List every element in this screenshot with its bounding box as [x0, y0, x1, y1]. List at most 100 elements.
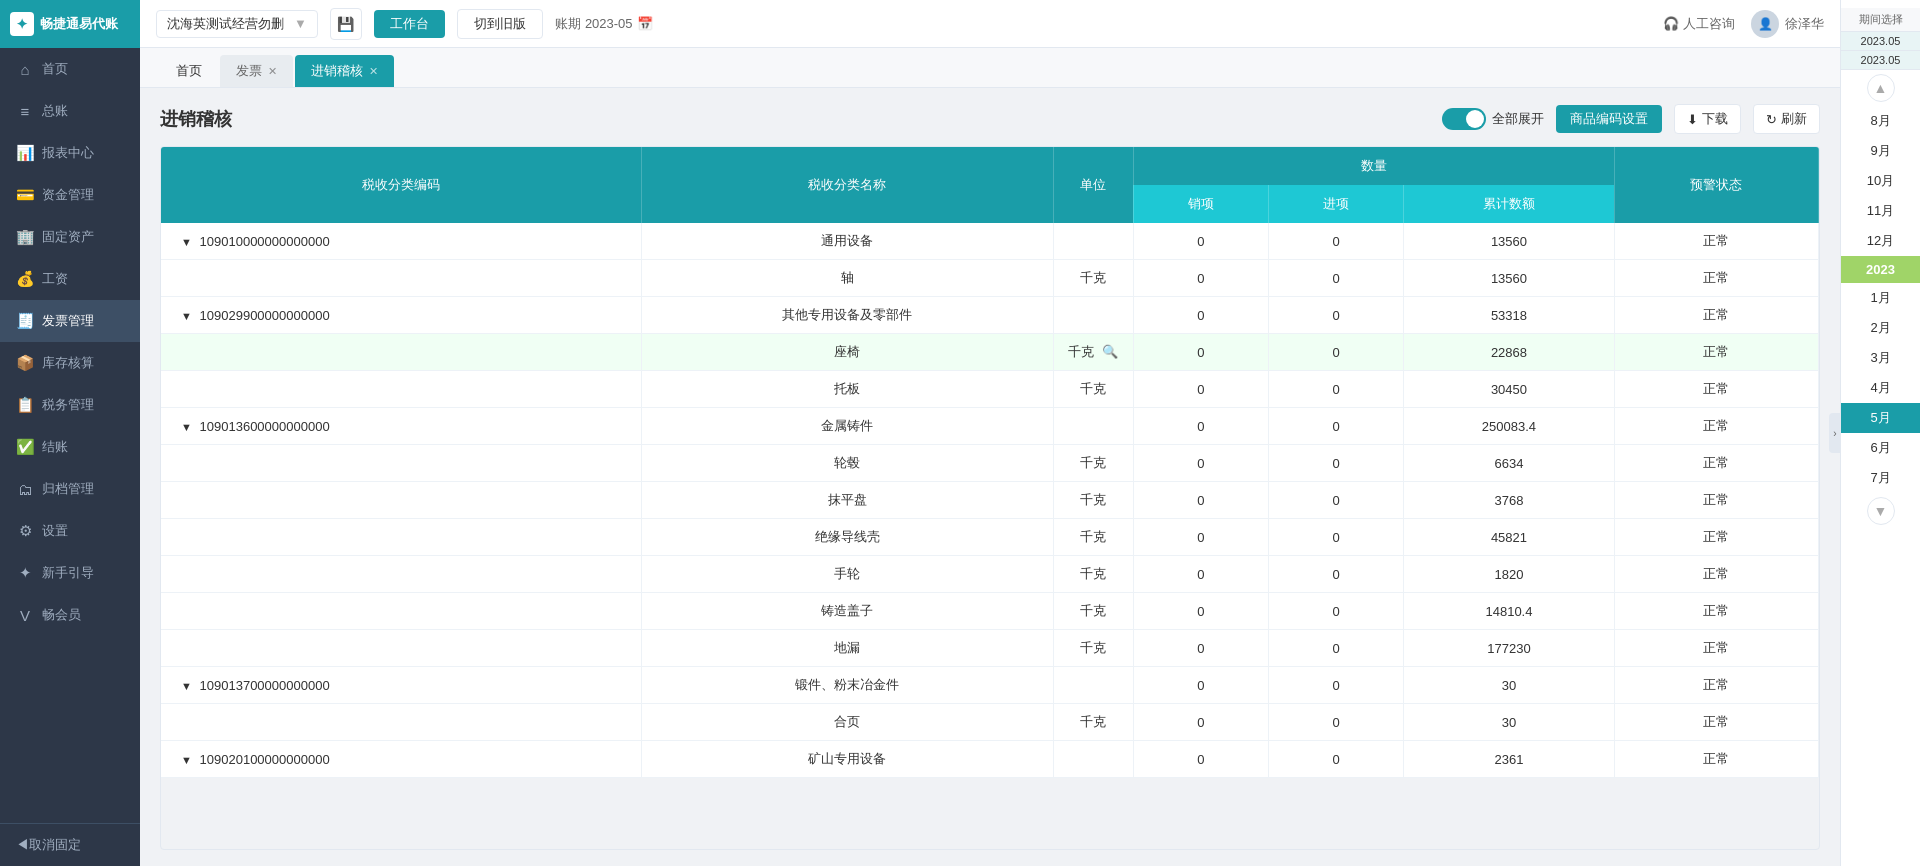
calendar-icon[interactable]: 📅 — [637, 16, 653, 31]
row-unit — [1053, 408, 1133, 445]
row-unit: 千克 🔍 — [1053, 334, 1133, 371]
table-container: 税收分类编码 税收分类名称 单位 数量 预警状态 销项 进项 累计数额 — [160, 146, 1820, 850]
company-selector[interactable]: 沈海英测试经营勿删 ▼ — [156, 10, 318, 38]
tabbar: 首页 发票 ✕ 进销稽核 ✕ — [140, 48, 1840, 88]
row-purchase: 0 — [1268, 704, 1403, 741]
row-sales: 0 — [1133, 741, 1268, 778]
row-sales: 0 — [1133, 260, 1268, 297]
sidebar-label-archive: 归档管理 — [42, 480, 94, 498]
period-header: 期间选择 — [1841, 8, 1920, 32]
table-row: 合页 千克 0 0 30 正常 — [161, 704, 1819, 741]
row-status: 正常 — [1614, 297, 1818, 334]
month-list: 8月 9月 10月 11月 12月 2023 1月 2月 3月 4月 5月 6月… — [1841, 106, 1920, 493]
archive-icon: 🗂 — [16, 481, 34, 498]
tab-invoice[interactable]: 发票 ✕ — [220, 55, 293, 87]
expand-icon[interactable]: ▼ — [181, 310, 192, 322]
expand-icon[interactable]: ▼ — [181, 680, 192, 692]
sidebar-item-member[interactable]: V 畅会员 — [0, 594, 140, 636]
row-name: 抹平盘 — [642, 482, 1053, 519]
old-version-button[interactable]: 切到旧版 — [457, 9, 543, 39]
row-status: 正常 — [1614, 741, 1818, 778]
month-item-6[interactable]: 6月 — [1841, 433, 1920, 463]
row-code — [161, 334, 642, 371]
row-code — [161, 371, 642, 408]
row-code: ▼ 109013700000000000 — [161, 667, 642, 704]
sidebar-label-salary: 工资 — [42, 270, 68, 288]
scroll-up-button[interactable]: ▲ — [1867, 74, 1895, 102]
customer-service-button[interactable]: 🎧 人工咨询 — [1663, 15, 1735, 33]
product-code-button[interactable]: 商品编码设置 — [1556, 105, 1662, 133]
sidebar-item-assets[interactable]: 🏢 固定资产 — [0, 216, 140, 258]
tab-invoice-close[interactable]: ✕ — [268, 65, 277, 78]
sidebar-item-archive[interactable]: 🗂 归档管理 — [0, 468, 140, 510]
sidebar-item-inventory[interactable]: 📦 库存核算 — [0, 342, 140, 384]
inventory-icon: 📦 — [16, 354, 34, 372]
month-item-11[interactable]: 11月 — [1841, 196, 1920, 226]
refresh-icon: ↻ — [1766, 112, 1777, 127]
sidebar-item-ledger[interactable]: ≡ 总账 — [0, 90, 140, 132]
row-status: 正常 — [1614, 630, 1818, 667]
table-row: ▼ 109029900000000000 其他专用设备及零部件 0 0 5331… — [161, 297, 1819, 334]
period-value: 2023-05 — [585, 16, 633, 31]
month-item-7[interactable]: 7月 — [1841, 463, 1920, 493]
month-item-9[interactable]: 9月 — [1841, 136, 1920, 166]
sidebar-label-assets: 固定资产 — [42, 228, 94, 246]
sidebar-item-home[interactable]: ⌂ 首页 — [0, 48, 140, 90]
sidebar-item-guide[interactable]: ✦ 新手引导 — [0, 552, 140, 594]
search-icon-cell[interactable]: 🔍 — [1102, 344, 1118, 359]
sidebar-label-funds: 资金管理 — [42, 186, 94, 204]
month-item-5[interactable]: 5月 — [1841, 403, 1920, 433]
month-item-2[interactable]: 2月 — [1841, 313, 1920, 343]
sidebar-label-report: 报表中心 — [42, 144, 94, 162]
month-item-1[interactable]: 1月 — [1841, 283, 1920, 313]
row-status: 正常 — [1614, 704, 1818, 741]
row-code — [161, 593, 642, 630]
sidebar-item-invoice[interactable]: 🧾 发票管理 — [0, 300, 140, 342]
download-button[interactable]: ⬇ 下载 — [1674, 104, 1741, 134]
month-item-8[interactable]: 8月 — [1841, 106, 1920, 136]
cancel-fixed-button[interactable]: ◀取消固定 — [0, 823, 140, 866]
row-unit: 千克 — [1053, 519, 1133, 556]
user-area[interactable]: 👤 徐泽华 — [1751, 10, 1824, 38]
row-sales: 0 — [1133, 593, 1268, 630]
month-item-4[interactable]: 4月 — [1841, 373, 1920, 403]
sidebar-item-funds[interactable]: 💳 资金管理 — [0, 174, 140, 216]
tab-home[interactable]: 首页 — [160, 55, 218, 87]
workspace-button[interactable]: 工作台 — [374, 10, 445, 38]
row-name: 锻件、粉末冶金件 — [642, 667, 1053, 704]
sidebar-item-report[interactable]: 📊 报表中心 — [0, 132, 140, 174]
company-name: 沈海英测试经营勿删 — [167, 15, 284, 33]
reconcile-table: 税收分类编码 税收分类名称 单位 数量 预警状态 销项 进项 累计数额 — [161, 147, 1819, 778]
expand-icon[interactable]: ▼ — [181, 421, 192, 433]
refresh-button[interactable]: ↻ 刷新 — [1753, 104, 1820, 134]
row-sales: 0 — [1133, 334, 1268, 371]
expand-icon[interactable]: ▼ — [181, 236, 192, 248]
panel-toggle[interactable]: › — [1829, 413, 1841, 453]
row-status: 正常 — [1614, 371, 1818, 408]
row-name: 矿山专用设备 — [642, 741, 1053, 778]
guide-icon: ✦ — [16, 564, 34, 582]
tab-reconcile-close[interactable]: ✕ — [369, 65, 378, 78]
sidebar-item-settle[interactable]: ✅ 结账 — [0, 426, 140, 468]
table-row: 铸造盖子 千克 0 0 14810.4 正常 — [161, 593, 1819, 630]
expand-toggle[interactable] — [1442, 108, 1486, 130]
month-item-10[interactable]: 10月 — [1841, 166, 1920, 196]
sidebar-item-salary[interactable]: 💰 工资 — [0, 258, 140, 300]
month-item-3[interactable]: 3月 — [1841, 343, 1920, 373]
row-sales: 0 — [1133, 371, 1268, 408]
sidebar-item-settings[interactable]: ⚙ 设置 — [0, 510, 140, 552]
row-code — [161, 445, 642, 482]
expand-icon[interactable]: ▼ — [181, 754, 192, 766]
settings-icon: ⚙ — [16, 522, 34, 540]
month-item-12[interactable]: 12月 — [1841, 226, 1920, 256]
row-purchase: 0 — [1268, 297, 1403, 334]
row-code: ▼ 109020100000000000 — [161, 741, 642, 778]
row-status: 正常 — [1614, 223, 1818, 260]
col-code-header: 税收分类编码 — [161, 147, 642, 223]
row-total: 14810.4 — [1404, 593, 1614, 630]
save-button[interactable]: 💾 — [330, 8, 362, 40]
scroll-down-button[interactable]: ▼ — [1867, 497, 1895, 525]
sidebar-item-tax[interactable]: 📋 税务管理 — [0, 384, 140, 426]
tab-reconcile[interactable]: 进销稽核 ✕ — [295, 55, 394, 87]
row-purchase: 0 — [1268, 371, 1403, 408]
